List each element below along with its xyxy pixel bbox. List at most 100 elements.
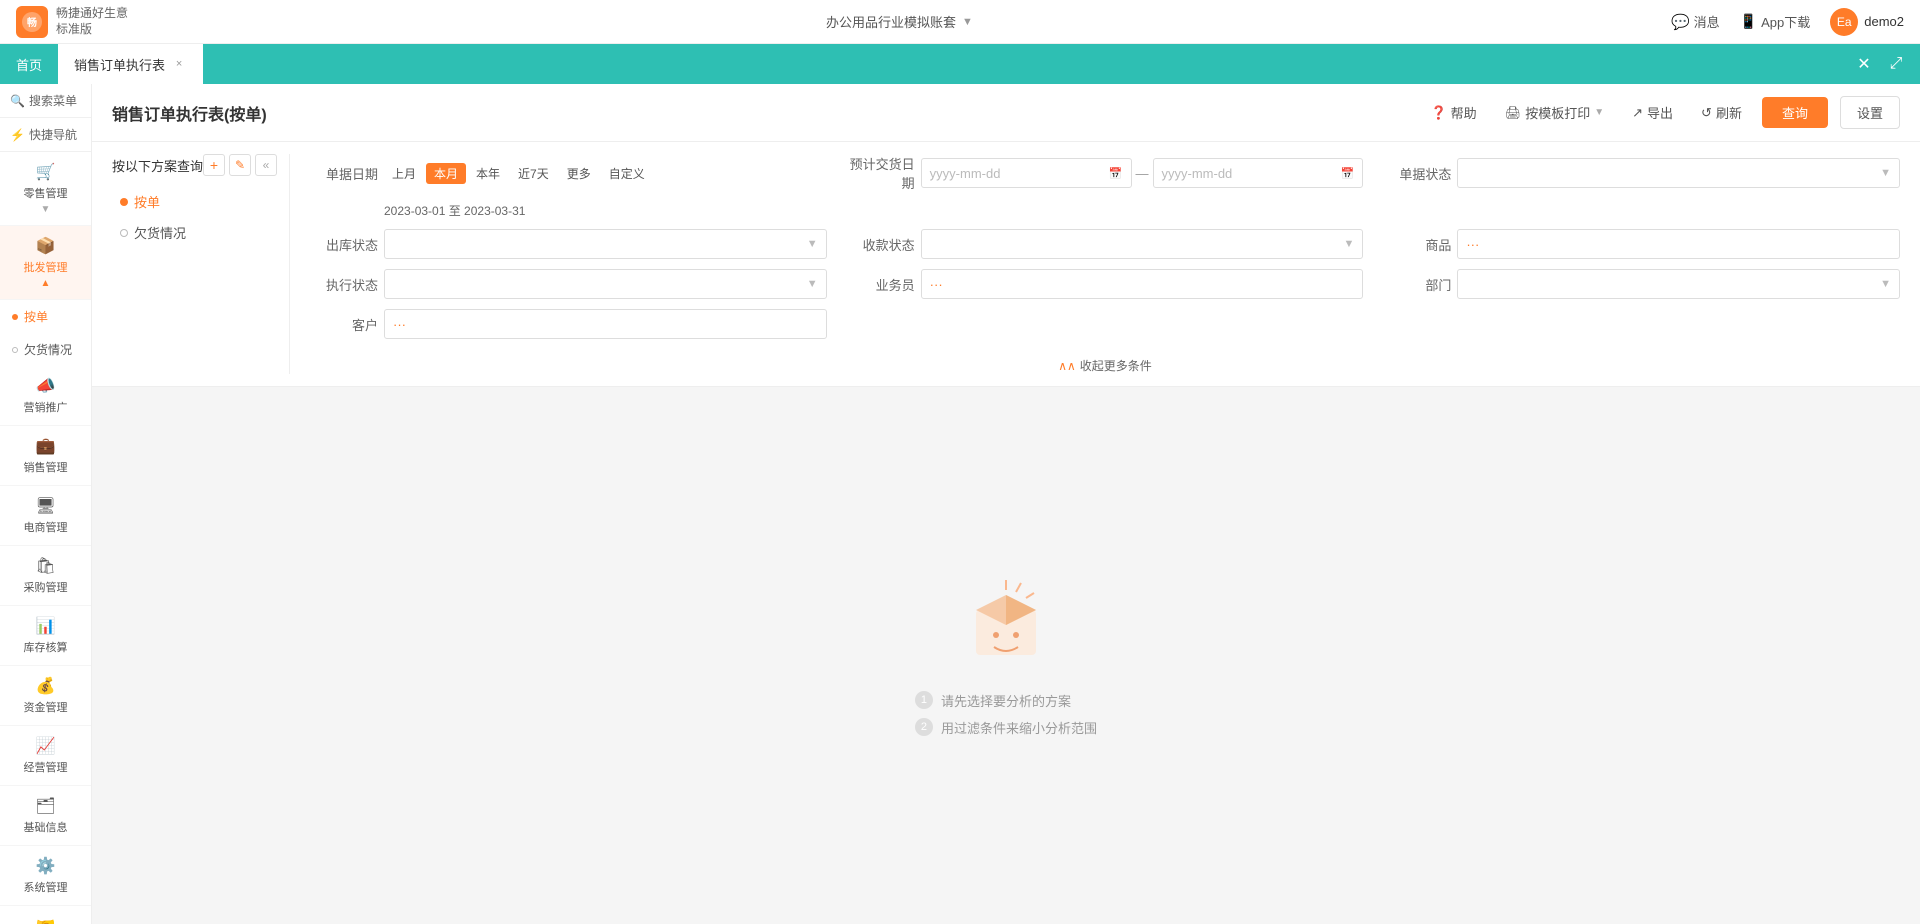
sidebar-item-ecommerce[interactable]: 🖥 电商管理 [0, 486, 91, 546]
sidebar-item-retail[interactable]: 🛒 零售管理 ▼ [0, 152, 91, 226]
page-actions: ❓ 帮助 🖨 按模板打印 ▼ ↗ 导出 ↺ 刷新 查询 设置 [1422, 96, 1900, 129]
filter-fields: 单据日期 上月 本月 本年 近7天 更多 自定义 [290, 154, 1900, 374]
sidebar-item-wholesale[interactable]: 📦 批发管理 ▲ [0, 226, 91, 300]
filter-salesperson-field: 业务员 ··· [847, 269, 1364, 299]
date-tab-lastmonth[interactable]: 上月 [384, 163, 424, 184]
sidebar-item-operations[interactable]: 📈 经营管理 [0, 726, 91, 786]
payment-select[interactable]: ▼ [921, 229, 1364, 259]
expected-date-label: 预计交货日期 [847, 154, 915, 192]
app-download-btn[interactable]: 📱 App下载 [1740, 12, 1811, 31]
date-range-display: 2023-03-01 至 2023-03-31 [384, 202, 1900, 219]
tab-home[interactable]: 首页 [0, 44, 58, 84]
add-icon: + [210, 157, 218, 173]
filter-add-btn[interactable]: + [203, 154, 225, 176]
filter-section-title: 按以下方案查询 [112, 156, 203, 175]
print-arrow-icon: ▼ [1594, 107, 1604, 118]
dept-select[interactable]: ▼ [1457, 269, 1900, 299]
empty-illustration [956, 575, 1056, 675]
query-btn[interactable]: 查询 [1762, 97, 1828, 128]
export-icon: ↗ [1632, 105, 1643, 121]
salesperson-label: 业务员 [847, 275, 915, 294]
plan-item-debt[interactable]: 欠货情况 [112, 217, 277, 248]
retail-icon: 🛒 [36, 162, 56, 182]
sidebar-item-basic[interactable]: 🗂 基础信息 [0, 786, 91, 846]
goods-more-icon: ··· [1466, 237, 1479, 252]
company-selector-arrow[interactable]: ▼ [962, 16, 973, 28]
refresh-btn[interactable]: ↺ 刷新 [1693, 99, 1750, 126]
logo-text: 畅捷通好生意 标准版 [56, 6, 128, 37]
sidebar-item-sales[interactable]: 💼 销售管理 [0, 426, 91, 486]
dept-chevron-icon: ▼ [1880, 278, 1891, 290]
tab-close-icon[interactable]: × [171, 56, 187, 72]
export-btn[interactable]: ↗ 导出 [1624, 99, 1681, 126]
exec-chevron-icon: ▼ [807, 278, 818, 290]
outbound-label: 出库状态 [310, 235, 378, 254]
filter-goods-field: 商品 ··· [1383, 229, 1900, 259]
sidebar-item-inventory[interactable]: 📊 库存核算 [0, 606, 91, 666]
sidebar-item-enterprise[interactable]: 🤝 企业协同 [0, 906, 91, 924]
user-area[interactable]: Ea demo2 [1830, 8, 1904, 36]
goods-input[interactable]: ··· [1457, 229, 1900, 259]
enterprise-icon: 🤝 [36, 916, 56, 924]
sidebar-search[interactable]: 🔍 搜索菜单 [0, 84, 91, 118]
filter-collapse-btn[interactable]: ∧∧ 收起更多条件 [310, 349, 1900, 374]
sidebar-item-system[interactable]: ⚙️ 系统管理 [0, 846, 91, 906]
template-print-btn[interactable]: 🖨 按模板打印 ▼ [1497, 99, 1612, 126]
empty-state: 1 请先选择要分析的方案 2 用过滤条件来缩小分析范围 [92, 387, 1920, 924]
help-btn[interactable]: ❓ 帮助 [1422, 99, 1484, 126]
plan-item-order[interactable]: 按单 [112, 186, 277, 217]
customer-more-icon: ··· [393, 317, 406, 332]
main-layout: 🔍 搜索菜单 ⚡ 快捷导航 🛒 零售管理 ▼ 📦 批发管理 ▲ 按单 欠 [0, 84, 1920, 924]
ecommerce-icon: 🖥 [35, 496, 55, 516]
calendar-end-icon: 📅 [1341, 167, 1355, 180]
operations-icon: 📈 [36, 736, 56, 756]
tab-sales-exec[interactable]: 销售订单执行表 × [58, 44, 203, 84]
filter-edit-btn[interactable]: ✎ [229, 154, 251, 176]
window-close-btn[interactable]: ✕ [1852, 52, 1876, 76]
top-header: 畅 畅捷通好生意 标准版 办公用品行业模拟账套 ▼ 💬 消息 📱 App下载 E… [0, 0, 1920, 44]
purchase-icon: 🛍 [35, 556, 55, 576]
date-tab-thismonth[interactable]: 本月 [426, 163, 466, 184]
date-tab-last7[interactable]: 近7天 [510, 163, 557, 184]
filter-outbound-field: 出库状态 ▼ [310, 229, 827, 259]
message-icon: 💬 [1671, 13, 1690, 31]
sidebar-item-purchase[interactable]: 🛍 采购管理 [0, 546, 91, 606]
debt-dot-icon [12, 347, 18, 353]
sidebar-quick-nav[interactable]: ⚡ 快捷导航 [0, 118, 91, 152]
settings-btn[interactable]: 设置 [1840, 96, 1900, 129]
date-tab-more[interactable]: 更多 [559, 163, 599, 184]
system-icon: ⚙️ [36, 856, 56, 876]
doc-status-select[interactable]: ▼ [1457, 158, 1900, 188]
tip-num-2: 2 [915, 718, 933, 736]
date-tab-custom[interactable]: 自定义 [601, 163, 653, 184]
outbound-chevron-icon: ▼ [807, 238, 818, 250]
message-btn[interactable]: 💬 消息 [1671, 12, 1720, 31]
submenu-item-order[interactable]: 按单 [0, 300, 91, 333]
collapse-up-icon: ∧∧ [1058, 359, 1076, 373]
date-tab-thisyear[interactable]: 本年 [468, 163, 508, 184]
exec-select[interactable]: ▼ [384, 269, 827, 299]
sidebar: 🔍 搜索菜单 ⚡ 快捷导航 🛒 零售管理 ▼ 📦 批发管理 ▲ 按单 欠 [0, 84, 92, 924]
filter-collapse-left-btn[interactable]: « [255, 154, 277, 176]
filter-expected-date-field: 预计交货日期 yyyy-mm-dd 📅 — yyyy-mm-dd 📅 [847, 154, 1364, 192]
customer-label: 客户 [310, 315, 378, 334]
salesperson-input[interactable]: ··· [921, 269, 1364, 299]
header-right: 💬 消息 📱 App下载 Ea demo2 [1671, 8, 1904, 36]
sidebar-item-marketing[interactable]: 📣 营销推广 [0, 366, 91, 426]
filter-header-actions: + ✎ « [203, 154, 277, 176]
submenu-item-debt[interactable]: 欠货情况 [0, 333, 91, 366]
window-maximize-btn[interactable]: ⤢ [1884, 52, 1908, 76]
expected-date-end-input[interactable]: yyyy-mm-dd 📅 [1153, 158, 1364, 188]
empty-tip-2: 2 用过滤条件来缩小分析范围 [915, 718, 1097, 737]
customer-input[interactable]: ··· [384, 309, 827, 339]
status-chevron-icon: ▼ [1880, 167, 1891, 179]
empty-tip-1: 1 请先选择要分析的方案 [915, 691, 1097, 710]
expected-date-start-input[interactable]: yyyy-mm-dd 📅 [921, 158, 1132, 188]
outbound-select[interactable]: ▼ [384, 229, 827, 259]
sidebar-item-finance[interactable]: 💰 资金管理 [0, 666, 91, 726]
filter-doc-status-field: 单据状态 ▼ [1383, 154, 1900, 192]
filter-dept-field: 部门 ▼ [1383, 269, 1900, 299]
date-label: 单据日期 [310, 164, 378, 183]
wholesale-expand-icon: ▲ [41, 278, 51, 289]
dept-label: 部门 [1383, 275, 1451, 294]
